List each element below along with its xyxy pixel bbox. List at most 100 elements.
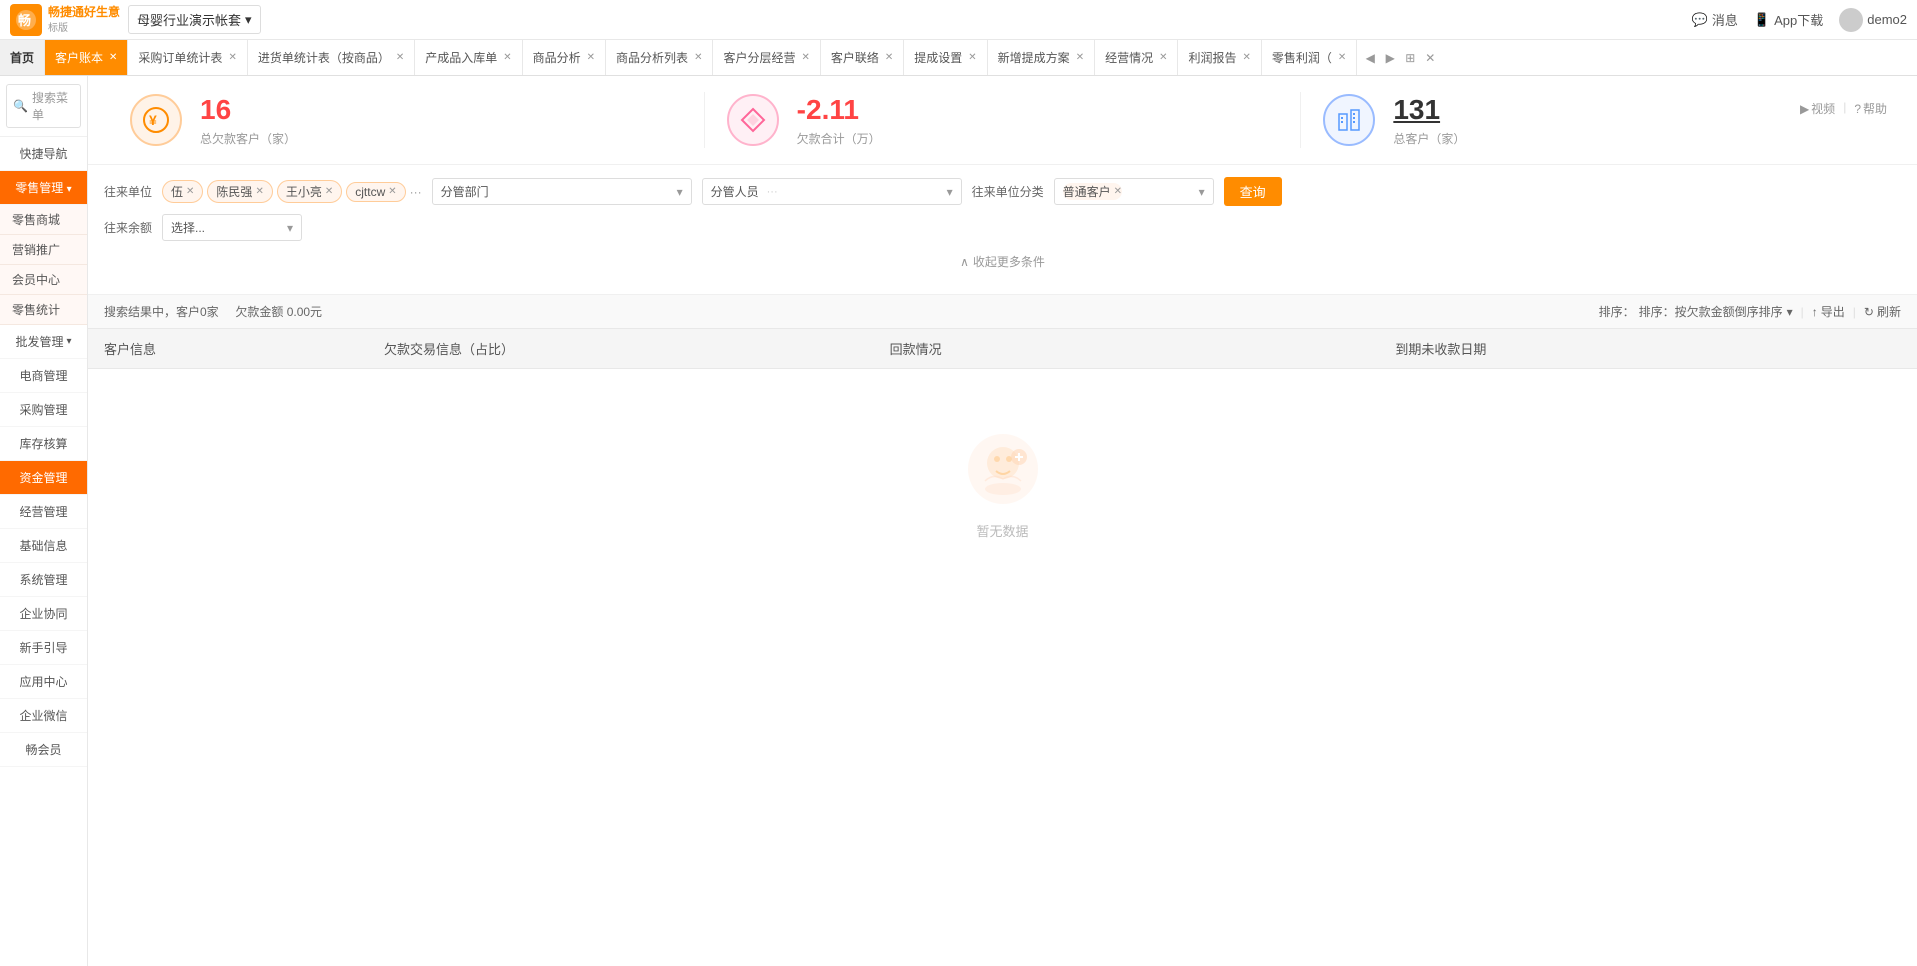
filter-category-select[interactable]: 普通客户 ✕ ▾ xyxy=(1054,178,1214,205)
sort-select[interactable]: 排序： 排序：按欠款金额倒序排序 ▾ xyxy=(1599,303,1793,320)
tab-label: 新增提成方案 xyxy=(998,49,1070,66)
user-area[interactable]: demo2 xyxy=(1839,8,1907,32)
export-btn[interactable]: ↑ 导出 xyxy=(1812,303,1845,320)
filter-tag-unit-3[interactable]: 王小亮 ✕ xyxy=(277,180,342,203)
tab-purchase-order[interactable]: 采购订单统计表 ✕ xyxy=(128,40,247,75)
nav-close-all-icon[interactable]: ✕ xyxy=(1421,49,1439,67)
filter-more-btn[interactable]: ··· xyxy=(410,185,422,199)
content-area: ¥ 16 总欠款客户（家） xyxy=(88,76,1917,966)
remove-icon[interactable]: ✕ xyxy=(255,186,263,197)
stat-debt-amount: -2.11 欠款合计（万） xyxy=(705,92,1302,148)
sidebar-item-operation-mgmt[interactable]: 经营管理 xyxy=(0,495,87,529)
sidebar-item-member-center[interactable]: 会员中心 xyxy=(0,265,87,295)
nav-right-arrow[interactable]: ▶ xyxy=(1381,49,1399,67)
tab-customer-connect[interactable]: 客户联络 ✕ xyxy=(821,40,904,75)
filter-tag-unit-4[interactable]: cjttcw ✕ xyxy=(346,182,405,202)
sidebar-item-vip-member[interactable]: 畅会员 xyxy=(0,733,87,767)
tab-purchase-stats[interactable]: 进货单统计表（按商品） ✕ xyxy=(248,40,415,75)
remove-icon[interactable]: ✕ xyxy=(325,186,333,197)
phone-icon: 📱 xyxy=(1754,12,1770,28)
help-btn[interactable]: ? 帮助 xyxy=(1854,100,1887,117)
sidebar-item-sys-mgmt[interactable]: 系统管理 xyxy=(0,563,87,597)
sidebar-item-ecommerce-mgmt[interactable]: 电商管理 xyxy=(0,359,87,393)
sidebar-item-new-guide[interactable]: 新手引导 xyxy=(0,631,87,665)
filter-tag-unit-2[interactable]: 陈民强 ✕ xyxy=(207,180,272,203)
close-icon[interactable]: ✕ xyxy=(228,52,236,63)
tab-retail-profit[interactable]: 零售利润（ ✕ xyxy=(1262,40,1357,75)
search-count: 搜索结果中，客户0家 xyxy=(104,305,219,319)
account-label: 母婴行业演示帐套 xyxy=(137,10,241,29)
sort-label-text: 排序： xyxy=(1599,303,1635,320)
close-icon[interactable]: ✕ xyxy=(968,52,976,63)
collapse-btn[interactable]: ∧ 收起更多条件 xyxy=(952,249,1053,274)
sidebar: 🔍 搜索菜单 快捷导航 零售管理 ▾ 零售商城 营销推广 会员中心 零售统计 批… xyxy=(0,76,88,966)
tab-product-analysis[interactable]: 商品分析 ✕ xyxy=(523,40,606,75)
sidebar-item-quick-nav[interactable]: 快捷导航 xyxy=(0,137,87,171)
sidebar-item-purchase-mgmt[interactable]: 采购管理 xyxy=(0,393,87,427)
close-icon[interactable]: ✕ xyxy=(694,52,702,63)
filter-tag-unit-1[interactable]: 伍 ✕ xyxy=(162,180,203,203)
remove-icon[interactable]: ✕ xyxy=(186,186,194,197)
close-icon[interactable]: ✕ xyxy=(1076,52,1084,63)
message-btn[interactable]: 💬 消息 xyxy=(1692,10,1738,29)
tab-promo-settings[interactable]: 提成设置 ✕ xyxy=(904,40,987,75)
tab-home[interactable]: 首页 xyxy=(0,40,45,75)
sidebar-item-enterprise-coop[interactable]: 企业协同 xyxy=(0,597,87,631)
stat-actions: ▶ 视频 | ? 帮助 xyxy=(1800,100,1887,117)
tab-business-status[interactable]: 经营情况 ✕ xyxy=(1095,40,1178,75)
sidebar-item-label: 零售管理 xyxy=(15,181,63,195)
sidebar-item-retail-stats[interactable]: 零售统计 xyxy=(0,295,87,325)
sidebar-item-basic-info[interactable]: 基础信息 xyxy=(0,529,87,563)
stat-text-2: -2.11 欠款合计（万） xyxy=(797,93,881,148)
sidebar-item-retail-mgmt[interactable]: 零售管理 ▾ xyxy=(0,171,87,205)
close-icon[interactable]: ✕ xyxy=(885,52,893,63)
close-icon[interactable]: ✕ xyxy=(396,52,404,63)
remove-icon[interactable]: ✕ xyxy=(1114,186,1122,197)
tab-label: 进货单统计表（按商品） xyxy=(258,49,390,66)
message-icon: 💬 xyxy=(1692,12,1708,28)
sidebar-item-inventory-check[interactable]: 库存核算 xyxy=(0,427,87,461)
sidebar-item-app-center[interactable]: 应用中心 xyxy=(0,665,87,699)
close-icon[interactable]: ✕ xyxy=(109,52,117,63)
tab-new-promo-plan[interactable]: 新增提成方案 ✕ xyxy=(988,40,1095,75)
nav-expand-icon[interactable]: ⊞ xyxy=(1401,49,1419,67)
sidebar-item-label: 快捷导航 xyxy=(19,147,67,161)
stat-total-customers: 131 总客户（家） ▶ 视频 | ? 帮助 xyxy=(1301,92,1897,148)
close-icon[interactable]: ✕ xyxy=(1338,52,1346,63)
help-label: 帮助 xyxy=(1863,100,1887,117)
app-download-btn[interactable]: 📱 App下载 xyxy=(1754,10,1823,29)
filter-dept-label: 分管部门 xyxy=(441,183,489,200)
filter-balance-select[interactable]: 选择... ▾ xyxy=(162,214,302,241)
sidebar-item-marketing[interactable]: 营销推广 xyxy=(0,235,87,265)
refresh-btn[interactable]: ↻ 刷新 xyxy=(1864,303,1901,320)
filter-person-select[interactable]: 分管人员 ··· ▾ xyxy=(702,178,962,205)
sidebar-item-enterprise-wechat[interactable]: 企业微信 xyxy=(0,699,87,733)
tab-label: 采购订单统计表 xyxy=(138,49,222,66)
tab-customer-ledger[interactable]: 客户账本 ✕ xyxy=(45,40,128,75)
remove-icon[interactable]: ✕ xyxy=(388,186,396,197)
filter-dept-select[interactable]: 分管部门 ▾ xyxy=(432,178,692,205)
close-icon[interactable]: ✕ xyxy=(587,52,595,63)
sidebar-item-label: 企业微信 xyxy=(19,709,67,723)
sort-value: 排序：按欠款金额倒序排序 xyxy=(1639,303,1783,320)
sidebar-item-wholesale-mgmt[interactable]: 批发管理 ▾ xyxy=(0,325,87,359)
tab-customer-tier[interactable]: 客户分层经营 ✕ xyxy=(713,40,820,75)
video-btn[interactable]: ▶ 视频 xyxy=(1800,100,1835,117)
table-empty: 暂无数据 xyxy=(88,369,1917,600)
close-icon[interactable]: ✕ xyxy=(1243,52,1251,63)
close-icon[interactable]: ✕ xyxy=(801,52,809,63)
close-icon[interactable]: ✕ xyxy=(503,52,511,63)
sidebar-sub-label: 零售统计 xyxy=(12,303,60,317)
close-icon[interactable]: ✕ xyxy=(1159,52,1167,63)
balance-placeholder: 选择... xyxy=(171,219,205,236)
tab-production-in[interactable]: 产成品入库单 ✕ xyxy=(415,40,522,75)
query-button[interactable]: 查询 xyxy=(1224,177,1282,206)
account-dropdown[interactable]: 母婴行业演示帐套 ▾ xyxy=(128,5,261,34)
tab-profit-report[interactable]: 利润报告 ✕ xyxy=(1178,40,1261,75)
nav-left-arrow[interactable]: ◀ xyxy=(1361,49,1379,67)
tab-product-analysis-list[interactable]: 商品分析列表 ✕ xyxy=(606,40,713,75)
sidebar-search-btn[interactable]: 🔍 搜索菜单 xyxy=(6,84,81,128)
sidebar-item-finance-mgmt[interactable]: 资金管理 xyxy=(0,461,87,495)
sidebar-item-retail-mall[interactable]: 零售商城 xyxy=(0,205,87,235)
filter-tag-category[interactable]: 普通客户 ✕ xyxy=(1063,183,1122,200)
